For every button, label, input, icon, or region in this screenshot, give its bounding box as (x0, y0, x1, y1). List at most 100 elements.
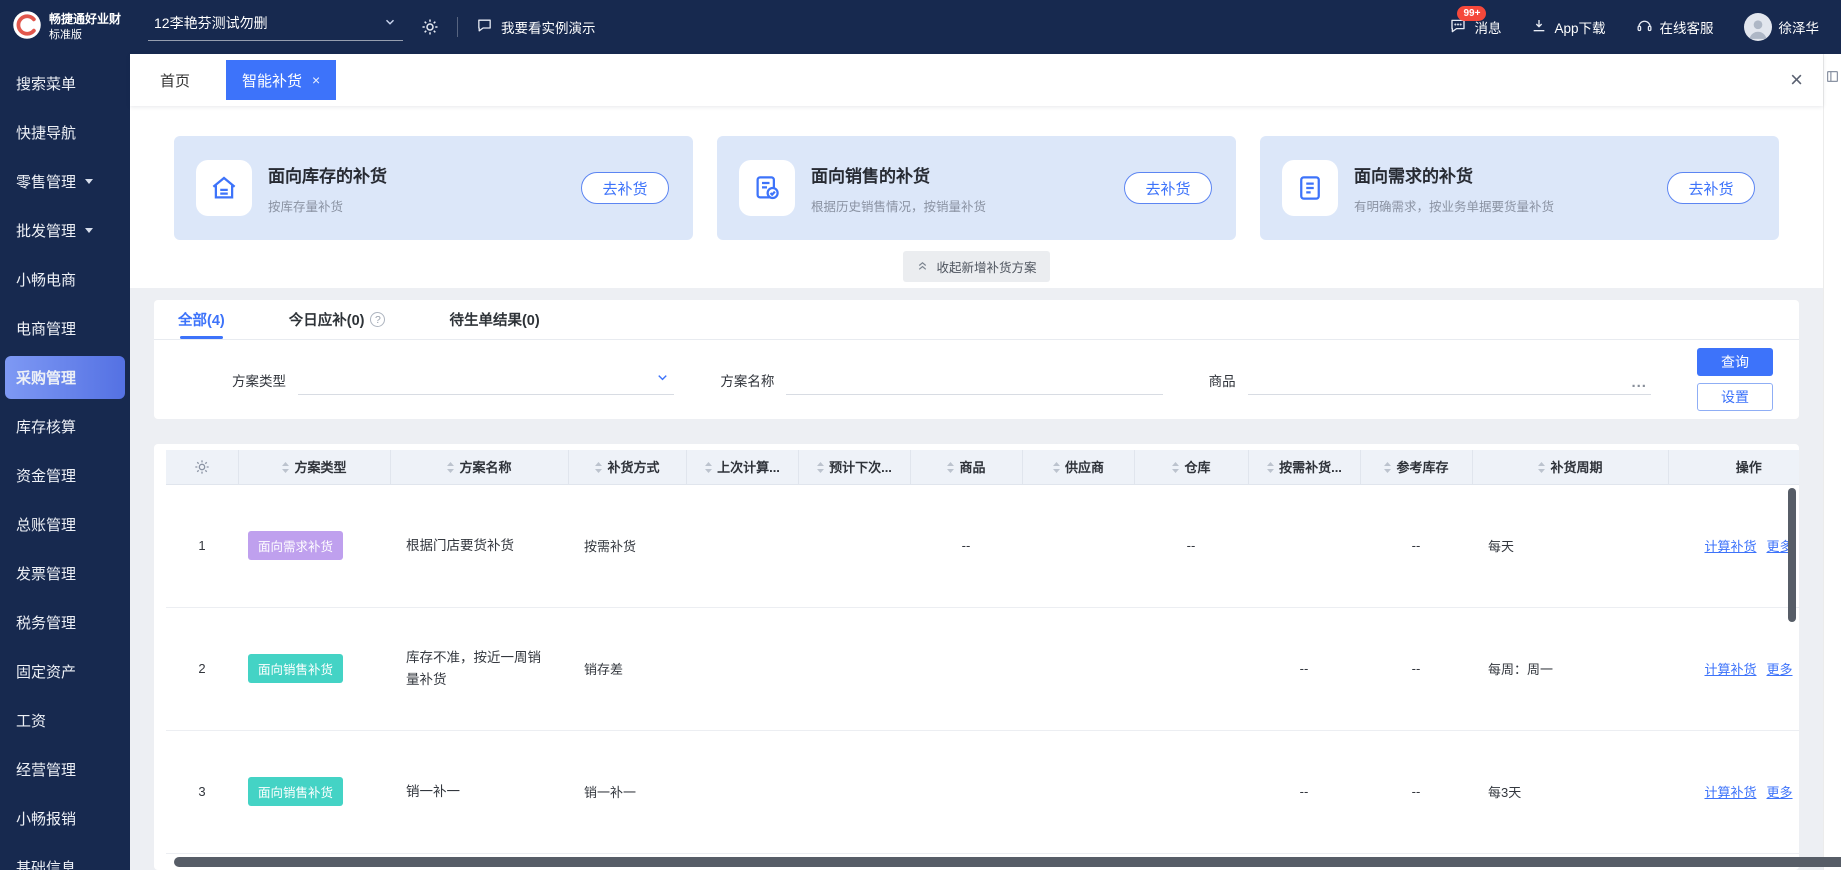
sort-icon[interactable] (1171, 461, 1180, 477)
product-picker-ellipsis[interactable]: ... (1631, 375, 1647, 390)
column-label: 补货周期 (1550, 459, 1603, 475)
sidebar-item-label: 库存核算 (16, 419, 77, 436)
plan-type-select[interactable] (298, 365, 675, 395)
close-all-tabs-icon[interactable]: × (1786, 69, 1807, 91)
method-cell: 销一补一 (568, 730, 686, 854)
card-subtitle: 按库存量补货 (268, 199, 344, 214)
calc-replenish-link[interactable]: 计算补货 (1704, 539, 1756, 554)
column-label: 仓库 (1184, 459, 1211, 475)
settings-button[interactable]: 设置 (1696, 383, 1773, 411)
sort-icon[interactable] (446, 461, 455, 477)
calc-replenish-link[interactable]: 计算补货 (1704, 785, 1756, 800)
sort-icon[interactable] (281, 461, 290, 477)
tab-smart-replenish[interactable]: 智能补货 × (226, 60, 337, 100)
collapse-new-plan-toggle[interactable]: 收起新增补货方案 (903, 251, 1050, 282)
calc-replenish-link[interactable]: 计算补货 (1704, 662, 1756, 677)
sort-icon[interactable] (1383, 461, 1392, 477)
sidebar-item-retail[interactable]: 零售管理 (0, 157, 130, 206)
sidebar-item-invoice-mgmt[interactable]: 发票管理 (0, 549, 130, 598)
plan-type-badge: 面向销售补货 (248, 654, 344, 683)
filter-row: 方案类型 方案名称 商品 ... 查询 设置 (154, 340, 1799, 419)
app-download-button[interactable]: App下载 (1531, 17, 1606, 37)
sidebar-item-inventory-accounting[interactable]: 库存核算 (0, 402, 130, 451)
go-replenish-button[interactable]: 去补货 (581, 172, 669, 204)
sidebar-item-xiaochang-expense[interactable]: 小畅报销 (0, 794, 130, 843)
sidebar-item-funds-mgmt[interactable]: 资金管理 (0, 451, 130, 500)
card-demand-replenish: 面向需求的补货 有明确需求，按业务单据要货量补货 去补货 (1260, 136, 1779, 240)
topbar-right: 99+ 消息 App下载 在线客服 徐泽华 (1449, 5, 1819, 41)
last-calc-cell (686, 730, 798, 854)
sort-icon[interactable] (816, 461, 825, 477)
sort-icon[interactable] (946, 461, 955, 477)
column-header-last-calc[interactable]: 上次计算... (686, 450, 799, 485)
sort-icon[interactable] (1537, 461, 1546, 477)
sidebar-item-business-mgmt[interactable]: 经营管理 (0, 745, 130, 794)
gear-icon[interactable] (421, 18, 439, 36)
demand-qty-cell: -- (1248, 730, 1360, 854)
caret-down-icon (85, 228, 94, 233)
sidebar-item-payroll[interactable]: 工资 (0, 696, 130, 745)
column-header-demand-qty[interactable]: 按需补货... (1248, 450, 1361, 485)
sort-icon[interactable] (594, 461, 603, 477)
column-label: 补货方式 (607, 459, 660, 475)
product-input[interactable]: ... (1247, 365, 1651, 395)
actions-cell: 计算补货 更多 (1668, 730, 1799, 854)
tab-today-due[interactable]: 今日应补(0) (289, 300, 386, 339)
right-rail (1823, 54, 1841, 870)
table-row[interactable]: 1 面向需求补货 根据门店要货补货 按需补货 -- -- -- 每天 计算补货 … (166, 484, 1799, 608)
table-row[interactable]: 2 面向销售补货 库存不准，按近一周销量补货 销存差 -- -- 每周：周一 计… (166, 607, 1799, 731)
column-header-plan-name[interactable]: 方案名称 (390, 450, 569, 485)
sidebar-item-search-menu[interactable]: 搜索菜单 (0, 59, 130, 108)
vertical-scrollbar-thumb[interactable] (1788, 488, 1796, 622)
column-header-cycle[interactable]: 补货周期 (1472, 450, 1669, 485)
sidebar-item-general-ledger[interactable]: 总账管理 (0, 500, 130, 549)
sidebar-item-basic-info[interactable]: 基础信息 (0, 843, 130, 870)
sidebar-item-fixed-assets[interactable]: 固定资产 (0, 647, 130, 696)
online-service-button[interactable]: 在线客服 (1636, 17, 1714, 37)
sidebar-item-tax-mgmt[interactable]: 税务管理 (0, 598, 130, 647)
column-header-product[interactable]: 商品 (910, 450, 1023, 485)
tab-pending-orders[interactable]: 待生单结果(0) (449, 300, 539, 339)
horizontal-scrollbar-thumb[interactable] (174, 857, 1841, 867)
sidebar-item-wholesale[interactable]: 批发管理 (0, 206, 130, 255)
filter-plan-type: 方案类型 (232, 365, 675, 395)
collapse-panel-icon[interactable] (1826, 70, 1839, 88)
query-button[interactable]: 查询 (1696, 348, 1773, 376)
tab-label: 全部(4) (178, 313, 225, 329)
go-replenish-button[interactable]: 去补货 (1667, 172, 1755, 204)
sidebar-item-xiaochang-ecom[interactable]: 小畅电商 (0, 255, 130, 304)
plan-type-cell: 面向销售补货 (238, 730, 390, 854)
demo-link[interactable]: 我要看实例演示 (476, 17, 596, 37)
gear-icon (194, 458, 210, 474)
column-header-warehouse[interactable]: 仓库 (1134, 450, 1249, 485)
messages-button[interactable]: 99+ 消息 (1449, 5, 1501, 38)
column-header-supplier[interactable]: 供应商 (1022, 450, 1135, 485)
table-column-settings[interactable] (166, 450, 239, 485)
more-link[interactable]: 更多 (1767, 785, 1793, 800)
ref-stock-cell: -- (1360, 730, 1472, 854)
help-icon[interactable] (370, 312, 386, 327)
plan-name-input[interactable] (786, 365, 1163, 395)
column-header-method[interactable]: 补货方式 (568, 450, 687, 485)
tab-all-plans[interactable]: 全部(4) (178, 300, 225, 339)
tab-close-icon[interactable]: × (312, 72, 320, 88)
more-link[interactable]: 更多 (1767, 662, 1793, 677)
sales-doc-icon (739, 160, 795, 216)
sidebar-item-purchase-mgmt[interactable]: 采购管理 (5, 356, 125, 399)
plans-table: 方案类型 方案名称 补货方式 上次计算... 预计下次... 商品 供应商 仓库… (166, 450, 1799, 854)
sort-icon[interactable] (704, 461, 713, 477)
sort-icon[interactable] (1052, 461, 1061, 477)
table-row[interactable]: 3 面向销售补货 销一补一 销一补一 -- -- 每3天 计算补货 更多 (166, 730, 1799, 854)
caret-down-icon (85, 179, 94, 184)
column-header-ref-stock[interactable]: 参考库存 (1360, 450, 1473, 485)
headset-icon (1636, 17, 1653, 37)
account-selector[interactable]: 12李艳芬测试勿删 (148, 13, 403, 41)
tab-home[interactable]: 首页 (160, 70, 190, 91)
sidebar-item-ecom-mgmt[interactable]: 电商管理 (0, 304, 130, 353)
sidebar-item-quick-nav[interactable]: 快捷导航 (0, 108, 130, 157)
user-menu[interactable]: 徐泽华 (1743, 13, 1819, 41)
column-header-next-calc[interactable]: 预计下次... (798, 450, 911, 485)
go-replenish-button[interactable]: 去补货 (1124, 172, 1212, 204)
sort-icon[interactable] (1266, 461, 1275, 477)
column-header-plan-type[interactable]: 方案类型 (238, 450, 391, 485)
